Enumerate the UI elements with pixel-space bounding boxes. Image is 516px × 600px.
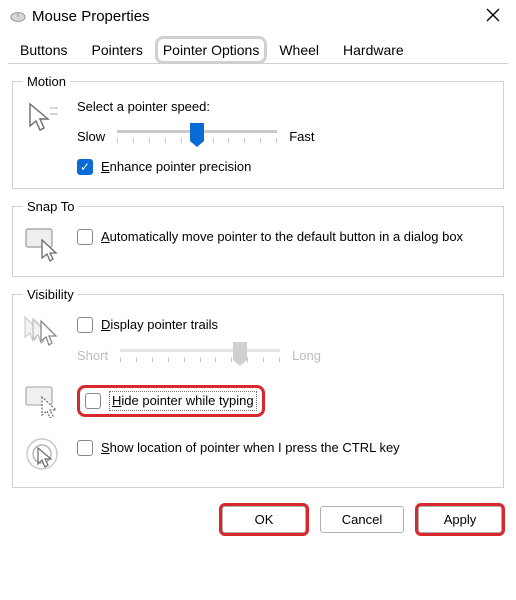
show-location-label: Show location of pointer when I press th… <box>101 439 400 457</box>
cancel-button[interactable]: Cancel <box>320 506 404 533</box>
slider-thumb-icon <box>233 342 247 360</box>
enhance-precision-label: Enhance pointer precision <box>101 158 251 176</box>
snap-to-legend: Snap To <box>23 199 78 214</box>
hide-while-typing-label: Hide pointer while typing <box>109 391 257 411</box>
tab-wheel[interactable]: Wheel <box>267 36 331 63</box>
snap-to-icon <box>23 224 65 264</box>
speed-prompt: Select a pointer speed: <box>77 99 493 114</box>
trails-length-slider <box>120 345 280 365</box>
tab-hardware[interactable]: Hardware <box>331 36 416 63</box>
titlebar: Mouse Properties <box>0 0 516 31</box>
snap-to-checkbox[interactable] <box>77 229 93 245</box>
visibility-legend: Visibility <box>23 287 78 302</box>
window-title: Mouse Properties <box>32 8 480 25</box>
motion-group: Motion Select a pointer speed: Slow Fast <box>12 74 504 189</box>
apply-button[interactable]: Apply <box>418 506 502 533</box>
pointer-trails-checkbox[interactable] <box>77 317 93 333</box>
mouse-icon <box>10 12 26 22</box>
speed-fast-label: Fast <box>289 129 314 144</box>
snap-to-group: Snap To Automatically move pointer to th… <box>12 199 504 277</box>
show-location-icon <box>23 435 65 475</box>
hide-typing-icon <box>23 381 65 421</box>
tab-strip: Buttons Pointers Pointer Options Wheel H… <box>0 31 516 63</box>
ok-button[interactable]: OK <box>222 506 306 533</box>
tab-pointers[interactable]: Pointers <box>79 36 154 63</box>
dialog-buttons: OK Cancel Apply <box>0 498 516 543</box>
slider-thumb-icon[interactable] <box>190 123 204 141</box>
motion-legend: Motion <box>23 74 70 89</box>
speed-slow-label: Slow <box>77 129 105 144</box>
close-icon <box>486 8 500 22</box>
pointer-speed-slider[interactable] <box>117 126 277 146</box>
enhance-precision-checkbox[interactable]: ✓ <box>77 159 93 175</box>
tab-pointer-options[interactable]: Pointer Options <box>155 36 268 64</box>
pointer-speed-icon <box>23 99 65 139</box>
visibility-group: Visibility Display pointer trails Short <box>12 287 504 489</box>
pointer-trails-label: Display pointer trails <box>101 316 218 334</box>
trails-short-label: Short <box>77 348 108 363</box>
close-button[interactable] <box>480 6 506 27</box>
snap-to-label: Automatically move pointer to the defaul… <box>101 228 463 246</box>
tab-buttons[interactable]: Buttons <box>8 36 79 63</box>
show-location-checkbox[interactable] <box>77 440 93 456</box>
trails-long-label: Long <box>292 348 321 363</box>
pointer-trails-icon <box>23 312 65 352</box>
hide-while-typing-checkbox[interactable] <box>85 393 101 409</box>
